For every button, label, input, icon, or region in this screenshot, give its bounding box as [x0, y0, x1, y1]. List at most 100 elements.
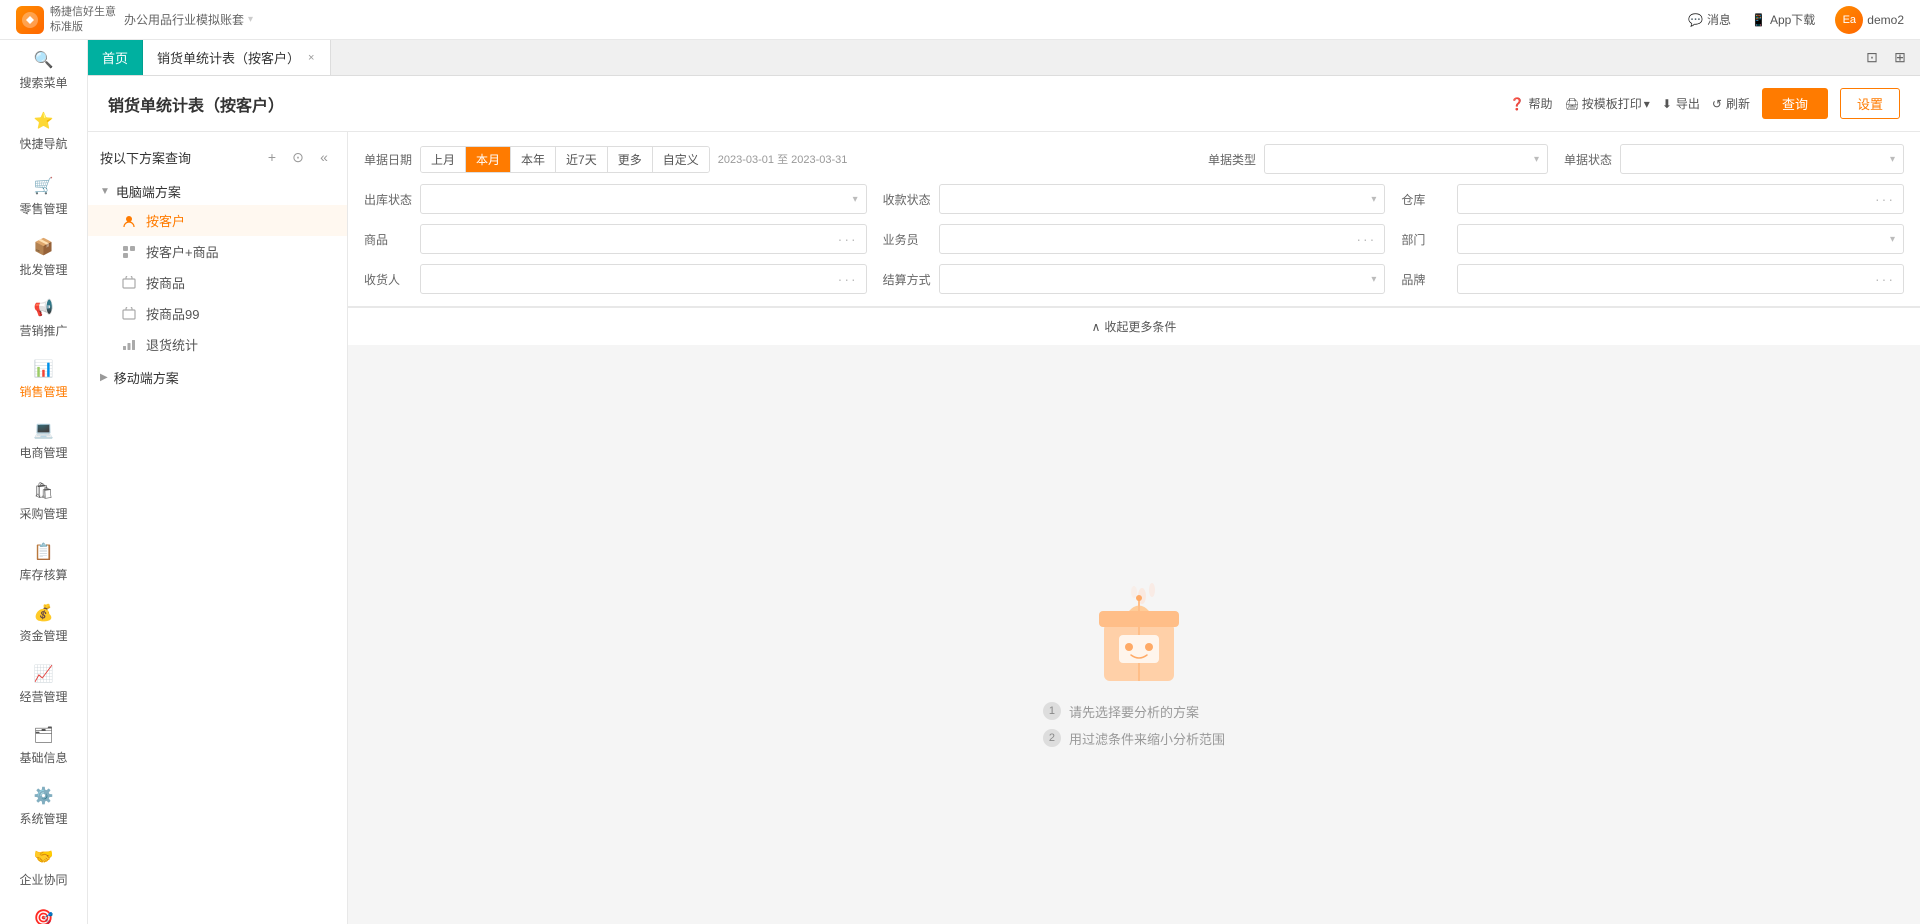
date-tab-this-year[interactable]: 本年: [511, 147, 556, 172]
empty-illustration: [1074, 578, 1194, 678]
date-tab-this-month[interactable]: 本月: [466, 147, 511, 172]
sidebar-item-wholesale[interactable]: 📦 批发管理: [0, 227, 87, 288]
operations-icon: 📈: [34, 664, 54, 684]
sidebar-item-marketing[interactable]: 📢 营销推广: [0, 288, 87, 349]
settlement-input[interactable]: ▾: [939, 264, 1386, 294]
sidebar-item-inventory[interactable]: 📋 库存核算: [0, 532, 87, 593]
scheme-header-actions: + ⊙ «: [261, 146, 335, 168]
date-tab-custom[interactable]: 自定义: [653, 147, 709, 172]
settlement-label: 结算方式: [883, 271, 933, 288]
tab-active[interactable]: 销货单统计表（按客户） ×: [143, 40, 331, 75]
scheme-item-return-stats[interactable]: 退货统计: [88, 329, 347, 360]
template-print-button[interactable]: 🖨 按模板打印 ▾: [1565, 95, 1650, 112]
settings-button[interactable]: 设置: [1840, 88, 1900, 119]
marketing-icon: 📢: [34, 298, 54, 318]
inventory-icon: 📋: [34, 542, 54, 562]
sidebar-item-newbie[interactable]: 🎯 新手引导: [0, 898, 87, 924]
sidebar-item-basic[interactable]: 🗂 基础信息: [0, 715, 87, 776]
message-button[interactable]: 💬 消息: [1688, 11, 1731, 28]
help-icon: ❓: [1510, 97, 1525, 111]
export-button[interactable]: ⬇ 导出: [1662, 95, 1700, 112]
help-button[interactable]: ❓ 帮助: [1510, 95, 1553, 112]
goods-99-icon: [120, 305, 138, 323]
query-button[interactable]: 查询: [1762, 88, 1828, 119]
download-icon: 📱: [1751, 13, 1766, 27]
finance-icon: 💰: [34, 603, 54, 623]
app-download-button[interactable]: 📱 App下载: [1751, 11, 1815, 28]
customer-icon: [120, 212, 138, 230]
doc-status-label: 单据状态: [1564, 151, 1614, 168]
warehouse-filter-item: 仓库 ···: [1401, 184, 1904, 214]
scheme-add-button[interactable]: +: [261, 146, 283, 168]
date-filter-item: 单据日期 上月 本月: [364, 146, 1192, 173]
sidebar-item-sales[interactable]: 📊 销售管理: [0, 349, 87, 410]
sidebar-item-operations[interactable]: 📈 经营管理: [0, 654, 87, 715]
scheme-mobile-group-header[interactable]: ▶ 移动端方案: [88, 364, 347, 391]
sidebar-item-quick-nav[interactable]: ⭐ 快捷导航: [0, 101, 87, 162]
salesperson-input[interactable]: ···: [939, 224, 1386, 254]
brand-label: 品牌: [1401, 271, 1451, 288]
scheme-item-by-goods[interactable]: 按商品: [88, 267, 347, 298]
scheme-collapse-button[interactable]: «: [313, 146, 335, 168]
empty-hint-1: 1 请先选择要分析的方案: [1043, 702, 1225, 721]
sidebar-item-enterprise[interactable]: 🤝 企业协同: [0, 837, 87, 898]
recipient-input[interactable]: ···: [420, 264, 867, 294]
scheme-header: 按以下方案查询 + ⊙ «: [88, 140, 347, 174]
breadcrumb-arrow-icon: ▾: [248, 14, 253, 25]
tab-maximize-button[interactable]: ⊞: [1888, 46, 1912, 70]
hint-num-2: 2: [1043, 729, 1061, 747]
date-tab-7days[interactable]: 近7天: [556, 147, 608, 172]
date-tab-last-month[interactable]: 上月: [421, 147, 466, 172]
doc-status-arrow-icon: ▾: [1890, 154, 1895, 165]
sidebar-item-retail[interactable]: 🛒 零售管理: [0, 166, 87, 227]
breadcrumb[interactable]: 办公用品行业模拟账套 ▾: [124, 11, 253, 28]
print-icon: 🖨: [1565, 97, 1580, 111]
tab-close-button[interactable]: ×: [306, 50, 316, 66]
outbound-input[interactable]: ▾: [420, 184, 867, 214]
department-input[interactable]: ▾: [1457, 224, 1904, 254]
date-range-text: 2023-03-01 至 2023-03-31: [718, 151, 848, 167]
user-menu[interactable]: Ea demo2: [1835, 6, 1904, 34]
collapse-button[interactable]: ∧ 收起更多条件: [1080, 314, 1189, 339]
content-area: 首页 销货单统计表（按客户） × ⊡ ⊞ 销货单统计表（按客户） ❓ 帮助: [88, 40, 1920, 924]
page-header: 销货单统计表（按客户） ❓ 帮助 🖨 按模板打印 ▾ ⬇ 导出: [88, 76, 1920, 132]
scheme-settings-button[interactable]: ⊙: [287, 146, 309, 168]
goods-filter-item: 商品 ···: [364, 224, 867, 254]
sidebar-item-finance[interactable]: 💰 资金管理: [0, 593, 87, 654]
refresh-button[interactable]: ↺ 刷新: [1712, 95, 1750, 112]
payment-label: 收款状态: [883, 191, 933, 208]
retail-icon: 🛒: [34, 176, 54, 196]
date-tabs: 上月 本月 本年: [420, 146, 710, 173]
payment-input[interactable]: ▾: [939, 184, 1386, 214]
tab-home[interactable]: 首页: [88, 40, 143, 75]
ecommerce-icon: 💻: [34, 420, 54, 440]
recipient-filter-item: 收货人 ···: [364, 264, 867, 294]
salesperson-label: 业务员: [883, 231, 933, 248]
doc-status-filter-item: 单据状态 ▾: [1564, 144, 1904, 174]
search-icon: 🔍: [34, 50, 54, 70]
scheme-panel: 按以下方案查询 + ⊙ « ▼ 电脑端方案: [88, 132, 348, 924]
outbound-label: 出库状态: [364, 191, 414, 208]
header-right: 💬 消息 📱 App下载 Ea demo2: [1688, 6, 1904, 34]
doc-type-filter-item: 单据类型 ▾: [1208, 144, 1548, 174]
sidebar-item-ecommerce[interactable]: 💻 电商管理: [0, 410, 87, 471]
sidebar-item-search[interactable]: 🔍 搜索菜单: [0, 40, 87, 101]
doc-type-input[interactable]: ▾: [1264, 144, 1548, 174]
tab-minimize-button[interactable]: ⊡: [1860, 46, 1884, 70]
sales-icon: 📊: [34, 359, 54, 379]
warehouse-dots-icon: ···: [1875, 191, 1895, 207]
warehouse-input[interactable]: ···: [1457, 184, 1904, 214]
brand-input[interactable]: ···: [1457, 264, 1904, 294]
doc-status-input[interactable]: ▾: [1620, 144, 1904, 174]
scheme-item-by-customer[interactable]: 按客户: [88, 205, 347, 236]
scheme-desktop-group-header[interactable]: ▼ 电脑端方案: [88, 178, 347, 205]
goods-input[interactable]: ···: [420, 224, 867, 254]
sidebar-item-purchase[interactable]: 🛍 采购管理: [0, 471, 87, 532]
date-filter-label: 单据日期: [364, 151, 414, 168]
scheme-item-by-customer-goods[interactable]: 按客户+商品: [88, 236, 347, 267]
scheme-item-by-goods-99[interactable]: 按商品99: [88, 298, 347, 329]
wholesale-icon: 📦: [34, 237, 54, 257]
date-tab-more[interactable]: 更多: [608, 147, 653, 172]
sidebar-item-system[interactable]: ⚙️ 系统管理: [0, 776, 87, 837]
filter-row-4: 收货人 ··· 结算方式 ▾: [364, 264, 1904, 294]
